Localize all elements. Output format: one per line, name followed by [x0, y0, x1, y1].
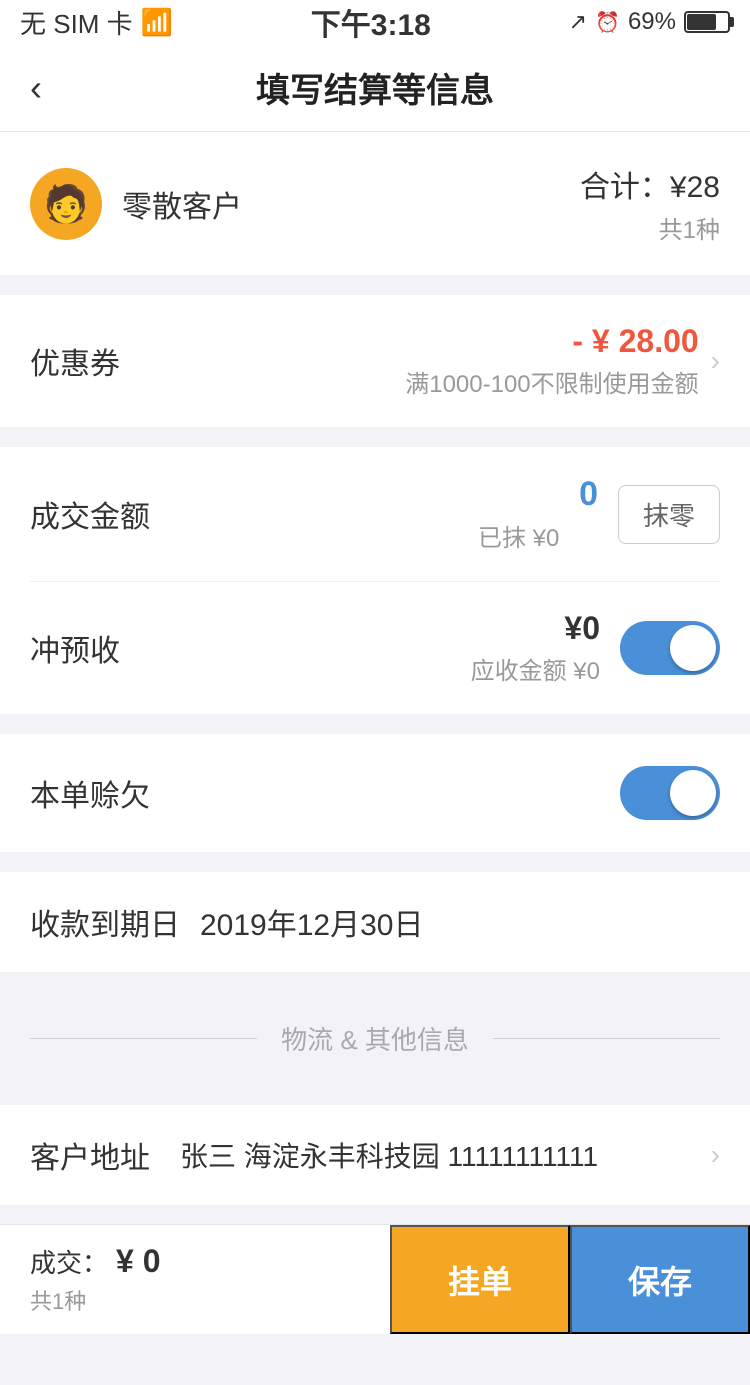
- pending-button[interactable]: 挂单: [390, 1225, 570, 1334]
- bottom-deal-row: 成交： ¥ 0: [30, 1243, 360, 1280]
- logistics-text: 物流 & 其他信息: [257, 1020, 493, 1057]
- avatar-icon: 🧑: [44, 183, 89, 225]
- already-rounded: 已抹 ¥0: [478, 518, 598, 553]
- form-section: 成交金额 已抹 ¥0 抹零 冲预收 ¥0 应收金额 ¥0: [0, 447, 750, 714]
- bottom-deal-amount: ¥ 0: [116, 1243, 160, 1280]
- deal-amount-right: 已抹 ¥0 抹零: [478, 475, 720, 553]
- bottom-count: 共1种: [30, 1284, 360, 1316]
- bottom-deal-label: 成交：: [30, 1243, 108, 1280]
- avatar: 🧑: [30, 168, 102, 240]
- address-value: 张三 海淀永丰科技园 11111111111: [180, 1135, 711, 1175]
- debit-label: 本单赊欠: [30, 771, 150, 815]
- customer-row: 🧑 零散客户 合计：¥28 共1种: [0, 132, 750, 275]
- advance-amount: ¥0: [471, 610, 600, 647]
- nav-bar: ‹ 填写结算等信息: [0, 44, 750, 132]
- save-button[interactable]: 保存: [570, 1225, 750, 1334]
- coupon-row[interactable]: 优惠券 - ¥ 28.00 满1000-100不限制使用金额 ›: [0, 295, 750, 427]
- wifi-icon: 📶: [141, 7, 173, 38]
- address-row[interactable]: 客户地址 张三 海淀永丰科技园 11111111111 ›: [30, 1105, 720, 1205]
- due-date-value: 2019年12月30日: [200, 900, 423, 944]
- debit-toggle-knob: [670, 770, 716, 816]
- battery-text: 69%: [628, 8, 676, 36]
- address-section: 客户地址 张三 海淀永丰科技园 11111111111 ›: [0, 1105, 750, 1205]
- back-button[interactable]: ‹: [30, 67, 90, 109]
- customer-total: 合计：¥28 共1种: [580, 162, 720, 245]
- total-count: 共1种: [580, 210, 720, 245]
- status-left: 无 SIM 卡 📶: [20, 4, 173, 41]
- status-right: ↗ ⏰ 69%: [569, 8, 730, 36]
- bottom-info: 成交： ¥ 0 共1种: [0, 1225, 390, 1334]
- toggle-knob: [670, 625, 716, 671]
- deal-amount-label: 成交金额: [30, 492, 150, 536]
- coupon-info: - ¥ 28.00 满1000-100不限制使用金额: [405, 323, 698, 399]
- chevron-right-icon: ›: [711, 345, 720, 377]
- total-amount: 合计：¥28: [580, 162, 720, 206]
- coupon-right: - ¥ 28.00 满1000-100不限制使用金额 ›: [405, 323, 720, 399]
- advance-toggle[interactable]: [620, 621, 720, 675]
- coupon-description: 满1000-100不限制使用金额: [405, 364, 698, 399]
- coupon-label: 优惠券: [30, 339, 120, 383]
- advance-right: ¥0 应收金额 ¥0: [471, 610, 720, 686]
- customer-name: 零散客户: [122, 182, 242, 226]
- customer-info: 🧑 零散客户: [30, 168, 242, 240]
- debit-section: 本单赊欠: [0, 734, 750, 852]
- due-date-row: 收款到期日 2019年12月30日: [30, 900, 720, 944]
- due-date-label: 收款到期日: [30, 900, 180, 944]
- alarm-icon: ⏰: [595, 10, 620, 35]
- round-zero-button[interactable]: 抹零: [618, 485, 720, 544]
- status-time: 下午3:18: [311, 0, 431, 44]
- address-label: 客户地址: [30, 1133, 150, 1177]
- due-date-section: 收款到期日 2019年12月30日: [0, 872, 750, 972]
- location-icon: ↗: [569, 9, 587, 35]
- carrier-text: 无 SIM 卡: [20, 4, 133, 41]
- debit-row: 本单赊欠: [30, 734, 720, 852]
- advance-label: 冲预收: [30, 626, 120, 670]
- debit-toggle[interactable]: [620, 766, 720, 820]
- deal-amount-row: 成交金额 已抹 ¥0 抹零: [30, 447, 720, 582]
- deal-amount-col: 已抹 ¥0: [478, 475, 598, 553]
- divider-line-right: [493, 1038, 720, 1039]
- logistics-divider: 物流 & 其他信息: [0, 992, 750, 1085]
- deal-amount-input[interactable]: [478, 475, 598, 514]
- address-chevron-icon: ›: [711, 1139, 720, 1171]
- advance-row: 冲预收 ¥0 应收金额 ¥0: [30, 582, 720, 714]
- receivable-amount: 应收金额 ¥0: [471, 651, 600, 686]
- status-bar: 无 SIM 卡 📶 下午3:18 ↗ ⏰ 69%: [0, 0, 750, 44]
- battery-icon: [684, 11, 730, 33]
- coupon-discount: - ¥ 28.00: [405, 323, 698, 360]
- bottom-bar: 成交： ¥ 0 共1种 挂单 保存: [0, 1224, 750, 1334]
- page-title: 填写结算等信息: [256, 63, 494, 112]
- advance-col: ¥0 应收金额 ¥0: [471, 610, 600, 686]
- divider-line-left: [30, 1038, 257, 1039]
